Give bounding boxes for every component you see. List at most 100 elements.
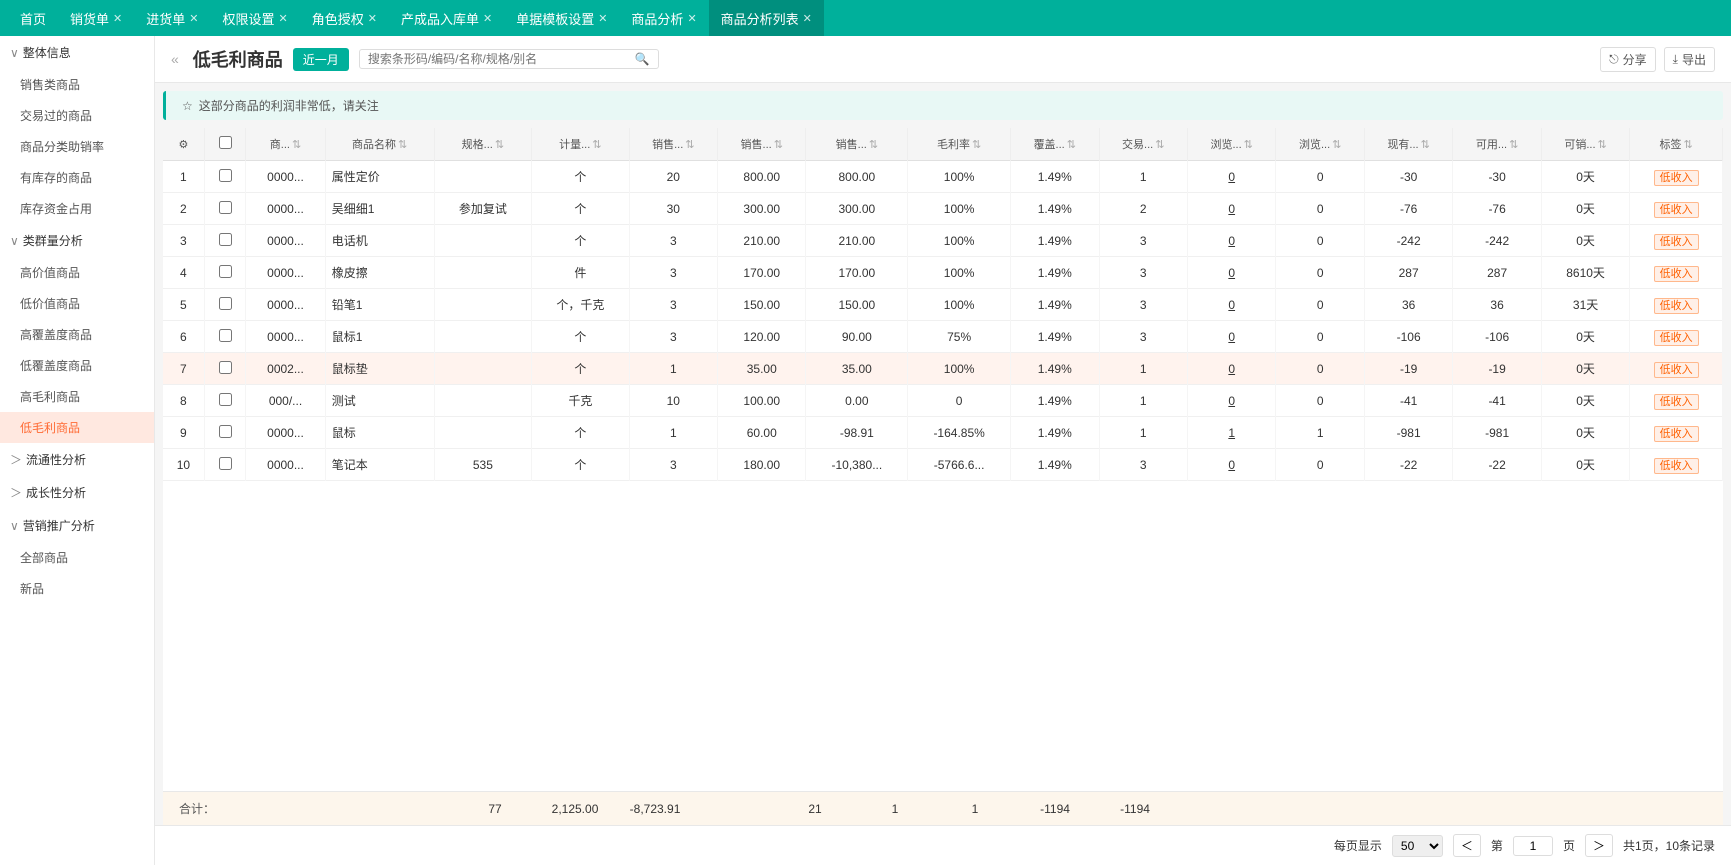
- sidebar-group-overall[interactable]: ∨ 整体信息: [0, 36, 154, 69]
- row-checkbox[interactable]: [204, 417, 246, 449]
- sidebar-item-in-stock[interactable]: 有库存的商品: [0, 162, 154, 193]
- sidebar-group-flow[interactable]: ＞ 流通性分析: [0, 443, 154, 476]
- row-checkbox[interactable]: [204, 225, 246, 257]
- nav-permission-settings[interactable]: 权限设置 ✕: [210, 0, 299, 36]
- col-tag[interactable]: 标签⇅: [1630, 128, 1723, 161]
- row-browse1[interactable]: 0: [1187, 449, 1275, 481]
- select-all-checkbox[interactable]: [219, 136, 232, 149]
- col-browse1[interactable]: 浏览...⇅: [1187, 128, 1275, 161]
- col-sales-qty[interactable]: 销售...⇅: [629, 128, 717, 161]
- nav-product-analysis[interactable]: 商品分析 ✕: [619, 0, 708, 36]
- row-checkbox[interactable]: [204, 321, 246, 353]
- row-browse1[interactable]: 0: [1187, 193, 1275, 225]
- row-unit: 个: [532, 225, 629, 257]
- row-browse1[interactable]: 0: [1187, 257, 1275, 289]
- close-purchase-order-icon[interactable]: ✕: [189, 12, 198, 25]
- page-input[interactable]: [1513, 836, 1553, 856]
- col-browse2[interactable]: 浏览...⇅: [1276, 128, 1364, 161]
- row-checkbox[interactable]: [204, 385, 246, 417]
- row-coverage: 1.49%: [1011, 353, 1099, 385]
- sidebar-item-capital-use[interactable]: 库存资金占用: [0, 193, 154, 224]
- filter-button[interactable]: 近一月: [293, 48, 349, 71]
- close-product-entry-icon[interactable]: ✕: [483, 12, 492, 25]
- close-sales-order-icon[interactable]: ✕: [113, 12, 122, 25]
- col-available[interactable]: 可用...⇅: [1453, 128, 1541, 161]
- sidebar-group-cluster[interactable]: ∨ 类群量分析: [0, 224, 154, 257]
- nav-template-settings[interactable]: 单据模板设置 ✕: [504, 0, 619, 36]
- close-analysis-icon[interactable]: ✕: [687, 12, 696, 25]
- nav-product-entry[interactable]: 产成品入库单 ✕: [389, 0, 504, 36]
- sidebar-collapse-btn[interactable]: «: [171, 51, 179, 67]
- col-code[interactable]: 商...⇅: [246, 128, 325, 161]
- nav-sales-order[interactable]: 销货单 ✕: [58, 0, 134, 36]
- sidebar-item-new-products[interactable]: 新品: [0, 573, 154, 604]
- row-coverage: 1.49%: [1011, 449, 1099, 481]
- row-current: -76: [1364, 193, 1452, 225]
- col-sales-profit[interactable]: 销售...⇅: [806, 128, 908, 161]
- sidebar-item-high-margin[interactable]: 高毛利商品: [0, 381, 154, 412]
- col-spec[interactable]: 规格...⇅: [434, 128, 531, 161]
- row-trade-count: 3: [1099, 289, 1187, 321]
- col-sales-amt[interactable]: 销售...⇅: [718, 128, 806, 161]
- col-unit[interactable]: 计量...⇅: [532, 128, 629, 161]
- row-checkbox[interactable]: [204, 449, 246, 481]
- col-settings[interactable]: ⚙: [163, 128, 204, 161]
- close-template-icon[interactable]: ✕: [598, 12, 607, 25]
- row-browse2: 0: [1276, 225, 1364, 257]
- row-checkbox[interactable]: [204, 193, 246, 225]
- next-page-button[interactable]: ＞: [1585, 834, 1613, 857]
- footer-trade-count: 21: [775, 802, 855, 816]
- row-browse1[interactable]: 0: [1187, 385, 1275, 417]
- row-browse1[interactable]: 1: [1187, 417, 1275, 449]
- row-trade-count: 3: [1099, 257, 1187, 289]
- sidebar-item-category-assist[interactable]: 商品分类助销率: [0, 131, 154, 162]
- search-input[interactable]: [368, 52, 635, 66]
- row-checkbox[interactable]: [204, 257, 246, 289]
- row-available: -242: [1453, 225, 1541, 257]
- nav-product-analysis-list[interactable]: 商品分析列表 ✕: [709, 0, 824, 36]
- sidebar-item-low-coverage[interactable]: 低覆盖度商品: [0, 350, 154, 381]
- row-checkbox[interactable]: [204, 289, 246, 321]
- row-available: -981: [1453, 417, 1541, 449]
- col-checkbox-all[interactable]: [204, 128, 246, 161]
- sidebar-item-low-value[interactable]: 低价值商品: [0, 288, 154, 319]
- table-container[interactable]: ⚙ 商...⇅ 商品名称⇅ 规格...⇅ 计量...⇅ 销售...⇅ 销售...…: [163, 128, 1723, 791]
- col-coverage[interactable]: 覆盖...⇅: [1011, 128, 1099, 161]
- row-browse1[interactable]: 0: [1187, 353, 1275, 385]
- row-browse1[interactable]: 0: [1187, 161, 1275, 193]
- col-gross-margin[interactable]: 毛利率⇅: [908, 128, 1011, 161]
- close-permission-icon[interactable]: ✕: [279, 12, 288, 25]
- sidebar-item-high-value[interactable]: 高价值商品: [0, 257, 154, 288]
- share-button[interactable]: ⎋ 分享: [1600, 47, 1656, 72]
- col-name[interactable]: 商品名称⇅: [325, 128, 434, 161]
- sidebar-group-marketing[interactable]: ∨ 营销推广分析: [0, 509, 154, 542]
- sidebar-item-all-products[interactable]: 全部商品: [0, 542, 154, 573]
- row-checkbox[interactable]: [204, 161, 246, 193]
- total-info: 共1页，10条记录: [1623, 837, 1715, 854]
- col-sellable[interactable]: 可销...⇅: [1541, 128, 1629, 161]
- row-browse1[interactable]: 0: [1187, 289, 1275, 321]
- export-button[interactable]: ⤓ 导出: [1664, 47, 1715, 72]
- row-checkbox[interactable]: [204, 353, 246, 385]
- row-sellable: 0天: [1541, 225, 1629, 257]
- per-page-select[interactable]: 50 100 200: [1392, 835, 1443, 857]
- nav-purchase-order[interactable]: 进货单 ✕: [134, 0, 210, 36]
- row-browse1[interactable]: 0: [1187, 225, 1275, 257]
- sidebar-item-traded-products[interactable]: 交易过的商品: [0, 100, 154, 131]
- col-trade-count[interactable]: 交易...⇅: [1099, 128, 1187, 161]
- sidebar-item-sales-products[interactable]: 销售类商品: [0, 69, 154, 100]
- sidebar-item-high-coverage[interactable]: 高覆盖度商品: [0, 319, 154, 350]
- row-browse1[interactable]: 0: [1187, 321, 1275, 353]
- row-current: -41: [1364, 385, 1452, 417]
- col-current[interactable]: 现有...⇅: [1364, 128, 1452, 161]
- search-icon[interactable]: 🔍: [635, 52, 650, 66]
- sidebar-group-growth[interactable]: ＞ 成长性分析: [0, 476, 154, 509]
- row-sales-qty: 20: [629, 161, 717, 193]
- prev-page-button[interactable]: ＜: [1453, 834, 1481, 857]
- row-tag: 低收入: [1630, 257, 1723, 289]
- nav-role-auth[interactable]: 角色授权 ✕: [300, 0, 389, 36]
- close-analysis-list-icon[interactable]: ✕: [803, 12, 812, 25]
- sidebar-item-low-margin[interactable]: 低毛利商品: [0, 412, 154, 443]
- nav-home[interactable]: 首页: [8, 0, 58, 36]
- close-role-icon[interactable]: ✕: [368, 12, 377, 25]
